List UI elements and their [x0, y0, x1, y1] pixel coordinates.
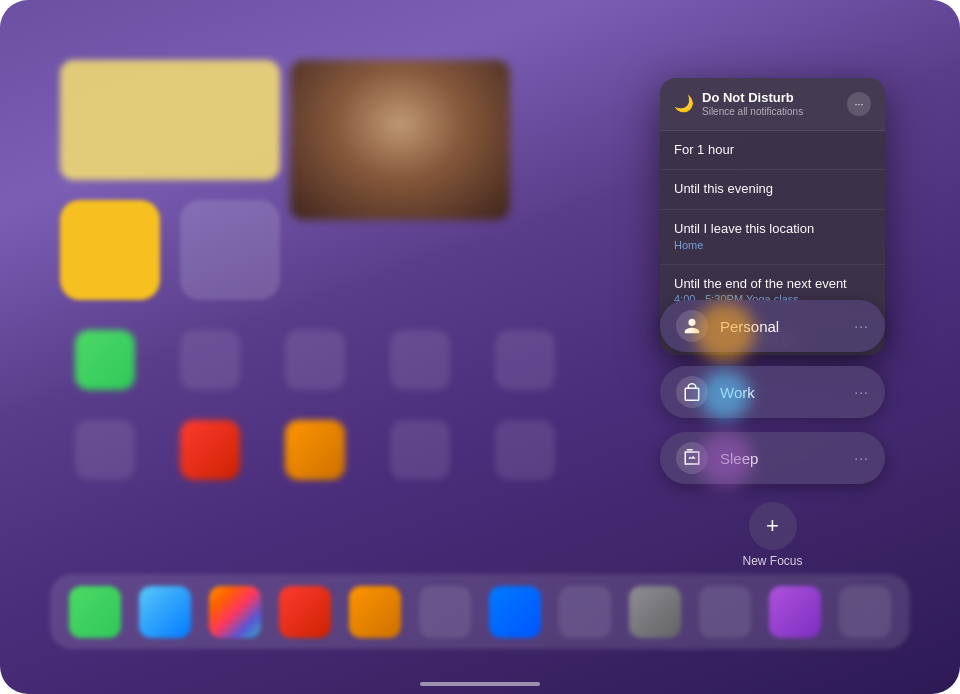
app-icon-7[interactable]	[180, 420, 240, 480]
dnd-header: 🌙 Do Not Disturb Silence all notificatio…	[660, 78, 885, 131]
dock-icon-11[interactable]	[769, 586, 821, 638]
dnd-option-until-leave[interactable]: Until I leave this location Home	[660, 210, 885, 264]
app-row-1	[75, 330, 555, 390]
app-row-2	[75, 420, 555, 480]
app-messages-icon[interactable]	[75, 330, 135, 390]
dock-icon-8[interactable]	[559, 586, 611, 638]
dock-messages[interactable]	[69, 586, 121, 638]
dnd-option-until-leave-text: Until I leave this location	[674, 221, 871, 238]
dock-icon-10[interactable]	[699, 586, 751, 638]
dock	[50, 574, 910, 649]
dnd-option-for-1-hour-text: For 1 hour	[674, 142, 871, 159]
dock-icon-5[interactable]	[349, 586, 401, 638]
home-indicator	[420, 682, 540, 686]
dnd-subtitle: Silence all notifications	[702, 106, 847, 118]
dock-icon-6[interactable]	[419, 586, 471, 638]
dnd-option-for-1-hour[interactable]: For 1 hour	[660, 131, 885, 171]
dnd-more-button[interactable]: ···	[847, 92, 871, 116]
app-icon-4[interactable]	[390, 330, 450, 390]
dnd-option-until-evening[interactable]: Until this evening	[660, 170, 885, 210]
dock-icon-4[interactable]	[279, 586, 331, 638]
dock-icon-2[interactable]	[139, 586, 191, 638]
dnd-option-until-evening-text: Until this evening	[674, 181, 871, 198]
widget-photo	[290, 60, 510, 220]
app-icon-6[interactable]	[75, 420, 135, 480]
widget-small-yellow	[60, 200, 160, 300]
app-icon-9[interactable]	[390, 420, 450, 480]
home-widgets	[60, 60, 580, 360]
new-focus-plus-icon: +	[749, 502, 797, 550]
new-focus-button[interactable]: + New Focus	[742, 502, 802, 568]
new-focus-label: New Focus	[742, 554, 802, 568]
app-icon-2[interactable]	[180, 330, 240, 390]
moon-icon: 🌙	[674, 94, 694, 113]
focus-buttons: Personal ··· Work ··· Sleep ···	[660, 300, 885, 568]
focus-personal-button[interactable]: Personal ···	[660, 300, 885, 352]
dock-settings[interactable]	[629, 586, 681, 638]
dnd-header-text: Do Not Disturb Silence all notifications	[702, 90, 847, 118]
app-icon-10[interactable]	[495, 420, 555, 480]
dnd-option-until-leave-sub: Home	[674, 238, 871, 252]
app-icon-5[interactable]	[495, 330, 555, 390]
sleep-more-button[interactable]: ···	[854, 450, 869, 466]
dnd-title: Do Not Disturb	[702, 90, 847, 106]
focus-sleep-button[interactable]: Sleep ···	[660, 432, 885, 484]
focus-work-button[interactable]: Work ···	[660, 366, 885, 418]
widget-small-green	[180, 200, 280, 300]
work-more-button[interactable]: ···	[854, 384, 869, 400]
dock-icon-12[interactable]	[839, 586, 891, 638]
dnd-option-until-event-text: Until the end of the next event	[674, 276, 871, 293]
personal-more-button[interactable]: ···	[854, 318, 869, 334]
widget-notes	[60, 60, 280, 180]
ipad-screen: 🌙 Do Not Disturb Silence all notificatio…	[0, 0, 960, 694]
app-icon-3[interactable]	[285, 330, 345, 390]
dock-photos[interactable]	[209, 586, 261, 638]
app-icon-8[interactable]	[285, 420, 345, 480]
dock-icon-7[interactable]	[489, 586, 541, 638]
